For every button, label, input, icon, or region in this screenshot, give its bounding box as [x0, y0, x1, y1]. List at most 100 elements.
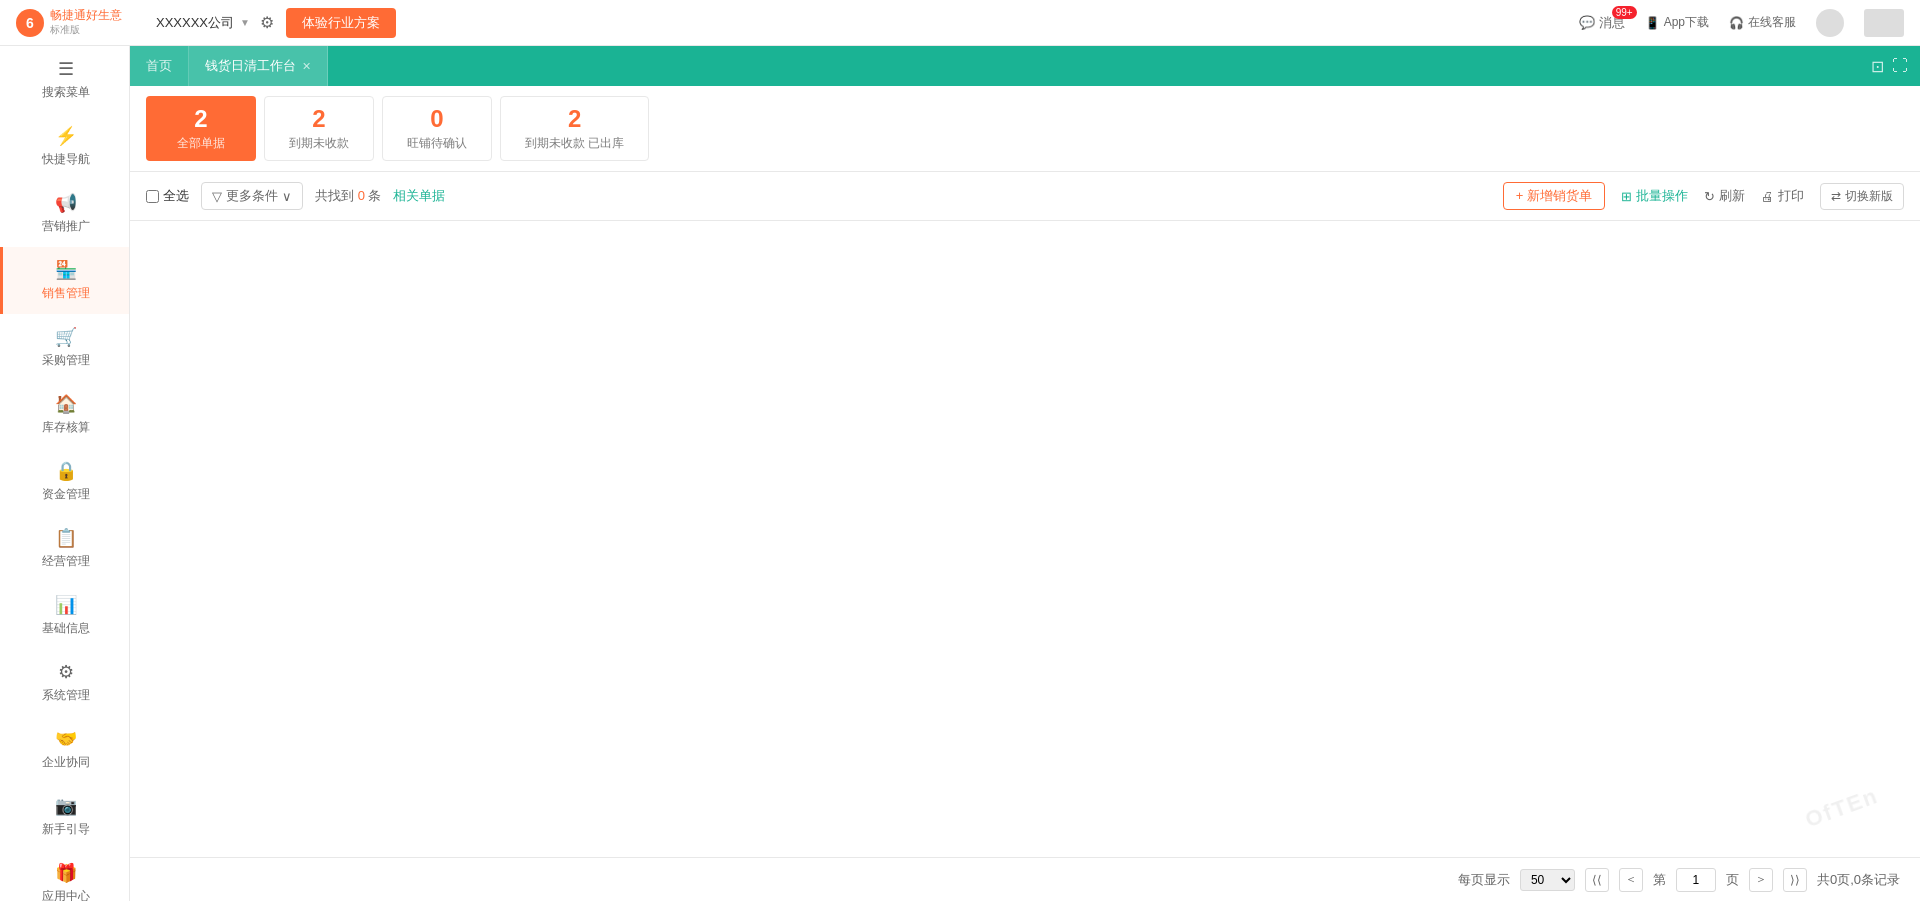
sidebar-item-label: 应用中心: [42, 888, 90, 901]
stat-all[interactable]: 2 全部单据: [146, 96, 256, 161]
stat-wangpu-label: 旺铺待确认: [407, 135, 467, 152]
switch-version-btn[interactable]: ⇄ 切换新版: [1820, 183, 1904, 210]
company-selector[interactable]: XXXXXX公司 ▼: [156, 14, 250, 32]
stat-shipped-num: 2: [568, 105, 581, 133]
basic-info-icon: 📊: [55, 594, 77, 616]
per-page-label: 每页显示: [1458, 871, 1510, 889]
fullscreen-icon[interactable]: ⛶: [1892, 57, 1908, 75]
avatar[interactable]: [1816, 9, 1844, 37]
experience-btn[interactable]: 体验行业方案: [286, 8, 396, 38]
batch-operation-btn[interactable]: ⊞ 批量操作: [1621, 187, 1688, 205]
page-input[interactable]: [1676, 868, 1716, 892]
sidebar-item-operations[interactable]: 📋 经营管理: [0, 515, 129, 582]
first-page-btn[interactable]: ⟨⟨: [1585, 868, 1609, 892]
close-icon[interactable]: ✕: [302, 60, 311, 73]
select-all-input[interactable]: [146, 190, 159, 203]
app-label: App下载: [1664, 14, 1709, 31]
filter-btn[interactable]: ▽ 更多条件 ∨: [201, 182, 303, 210]
marketing-icon: 📢: [55, 192, 77, 214]
online-service-btn[interactable]: 🎧 在线客服: [1729, 14, 1796, 31]
inventory-icon: 🏠: [55, 393, 77, 415]
sidebar: ☰ 搜索菜单 ⚡ 快捷导航 📢 营销推广 🏪 销售管理 🛒 采购管理 🏠 库存核…: [0, 46, 130, 901]
app-center-icon: 🎁: [55, 862, 77, 884]
message-icon: 💬: [1579, 15, 1595, 30]
sys-mgmt-icon: ⚙: [58, 661, 74, 683]
quick-nav-icon: ⚡: [55, 125, 77, 147]
message-badge: 99+: [1612, 6, 1637, 19]
operations-icon: 📋: [55, 527, 77, 549]
sidebar-item-purchase[interactable]: 🛒 采购管理: [0, 314, 129, 381]
tab-workbench[interactable]: 钱货日清工作台 ✕: [189, 46, 328, 86]
sidebar-item-app-center[interactable]: 🎁 应用中心: [0, 850, 129, 901]
sidebar-item-label: 库存核算: [42, 419, 90, 436]
prev-page-btn[interactable]: ＜: [1619, 868, 1643, 892]
sidebar-item-sales[interactable]: 🏪 销售管理: [0, 247, 129, 314]
refresh-btn[interactable]: ↻ 刷新: [1704, 187, 1745, 205]
stat-shipped[interactable]: 2 到期未收款 已出库: [500, 96, 649, 161]
batch-icon: ⊞: [1621, 189, 1632, 204]
print-icon: 🖨: [1761, 189, 1774, 204]
app-download-btn[interactable]: 📱 App下载: [1645, 14, 1709, 31]
refresh-icon: ↻: [1704, 189, 1715, 204]
stat-wangpu[interactable]: 0 旺铺待确认: [382, 96, 492, 161]
service-icon: 🎧: [1729, 16, 1744, 30]
next-page-btn[interactable]: ＞: [1749, 868, 1773, 892]
sidebar-item-basic-info[interactable]: 📊 基础信息: [0, 582, 129, 649]
add-sales-order-btn[interactable]: + 新增销货单: [1503, 182, 1605, 210]
last-page-btn[interactable]: ⟩⟩: [1783, 868, 1807, 892]
sidebar-item-label: 新手引导: [42, 821, 90, 838]
sidebar-item-label: 基础信息: [42, 620, 90, 637]
newbie-icon: 📷: [55, 795, 77, 817]
sidebar-item-label: 搜索菜单: [42, 84, 90, 101]
sidebar-item-marketing[interactable]: 📢 营销推广: [0, 180, 129, 247]
sidebar-item-finance[interactable]: 🔒 资金管理: [0, 448, 129, 515]
dropdown-arrow: ▼: [240, 17, 250, 28]
top-bar-right: 💬 消息 99+ 📱 App下载 🎧 在线客服: [1579, 9, 1904, 37]
switch-label: 切换新版: [1845, 188, 1893, 205]
main-content: 2 全部单据 2 到期未收款 0 旺铺待确认 2 到期未收款 已出库 全选 ▽ …: [130, 86, 1920, 901]
per-page-select[interactable]: 50 100 200: [1520, 869, 1575, 891]
finance-icon: 🔒: [55, 460, 77, 482]
filter-icon: ▽: [212, 189, 222, 204]
tab-bar: 首页 钱货日清工作台 ✕ ⊡ ⛶: [130, 46, 1920, 86]
pagination-bar: 每页显示 50 100 200 ⟨⟨ ＜ 第 页 ＞ ⟩⟩ 共0页,0条记录: [130, 857, 1920, 901]
print-label: 打印: [1778, 187, 1804, 205]
found-prefix: 共找到: [315, 188, 354, 203]
related-docs-link[interactable]: 相关单据: [393, 187, 445, 205]
switch-icon: ⇄: [1831, 189, 1841, 203]
tab-bar-controls: ⊡ ⛶: [1871, 57, 1920, 76]
sidebar-item-label: 企业协同: [42, 754, 90, 771]
found-unit: 条: [368, 188, 381, 203]
sidebar-item-label: 销售管理: [42, 285, 90, 302]
settings-icon[interactable]: ⚙: [260, 13, 274, 32]
page-suffix: 页: [1726, 871, 1739, 889]
tab-workbench-label: 钱货日清工作台: [205, 57, 296, 75]
stat-shipped-label: 到期未收款 已出库: [525, 135, 624, 152]
toolbar: 全选 ▽ 更多条件 ∨ 共找到 0 条 相关单据 + 新增销货单 ⊞ 批量操作 …: [130, 172, 1920, 221]
stat-overdue-num: 2: [312, 105, 325, 133]
company-name: XXXXXX公司: [156, 14, 234, 32]
maximize-icon[interactable]: ⊡: [1871, 57, 1884, 76]
purchase-icon: 🛒: [55, 326, 77, 348]
sidebar-item-sys-mgmt[interactable]: ⚙ 系统管理: [0, 649, 129, 716]
logo: 6 畅捷通好生意 标准版: [16, 8, 146, 38]
sidebar-item-search-menu[interactable]: ☰ 搜索菜单: [0, 46, 129, 113]
print-btn[interactable]: 🖨 打印: [1761, 187, 1804, 205]
select-all-checkbox[interactable]: 全选: [146, 187, 189, 205]
chevron-down-icon: ∨: [282, 189, 292, 204]
content-area: [130, 221, 1920, 876]
sidebar-item-inventory[interactable]: 🏠 库存核算: [0, 381, 129, 448]
sidebar-item-enterprise-coop[interactable]: 🤝 企业协同: [0, 716, 129, 783]
stat-wangpu-num: 0: [430, 105, 443, 133]
stat-all-label: 全部单据: [177, 135, 225, 152]
sidebar-item-newbie[interactable]: 📷 新手引导: [0, 783, 129, 850]
stat-overdue-label: 到期未收款: [289, 135, 349, 152]
tab-home[interactable]: 首页: [130, 46, 189, 86]
sidebar-item-label: 资金管理: [42, 486, 90, 503]
stat-overdue[interactable]: 2 到期未收款: [264, 96, 374, 161]
message-btn[interactable]: 💬 消息 99+: [1579, 14, 1625, 32]
refresh-label: 刷新: [1719, 187, 1745, 205]
sidebar-item-quick-nav[interactable]: ⚡ 快捷导航: [0, 113, 129, 180]
logo-icon: 6: [16, 9, 44, 37]
user-info[interactable]: [1864, 9, 1904, 37]
